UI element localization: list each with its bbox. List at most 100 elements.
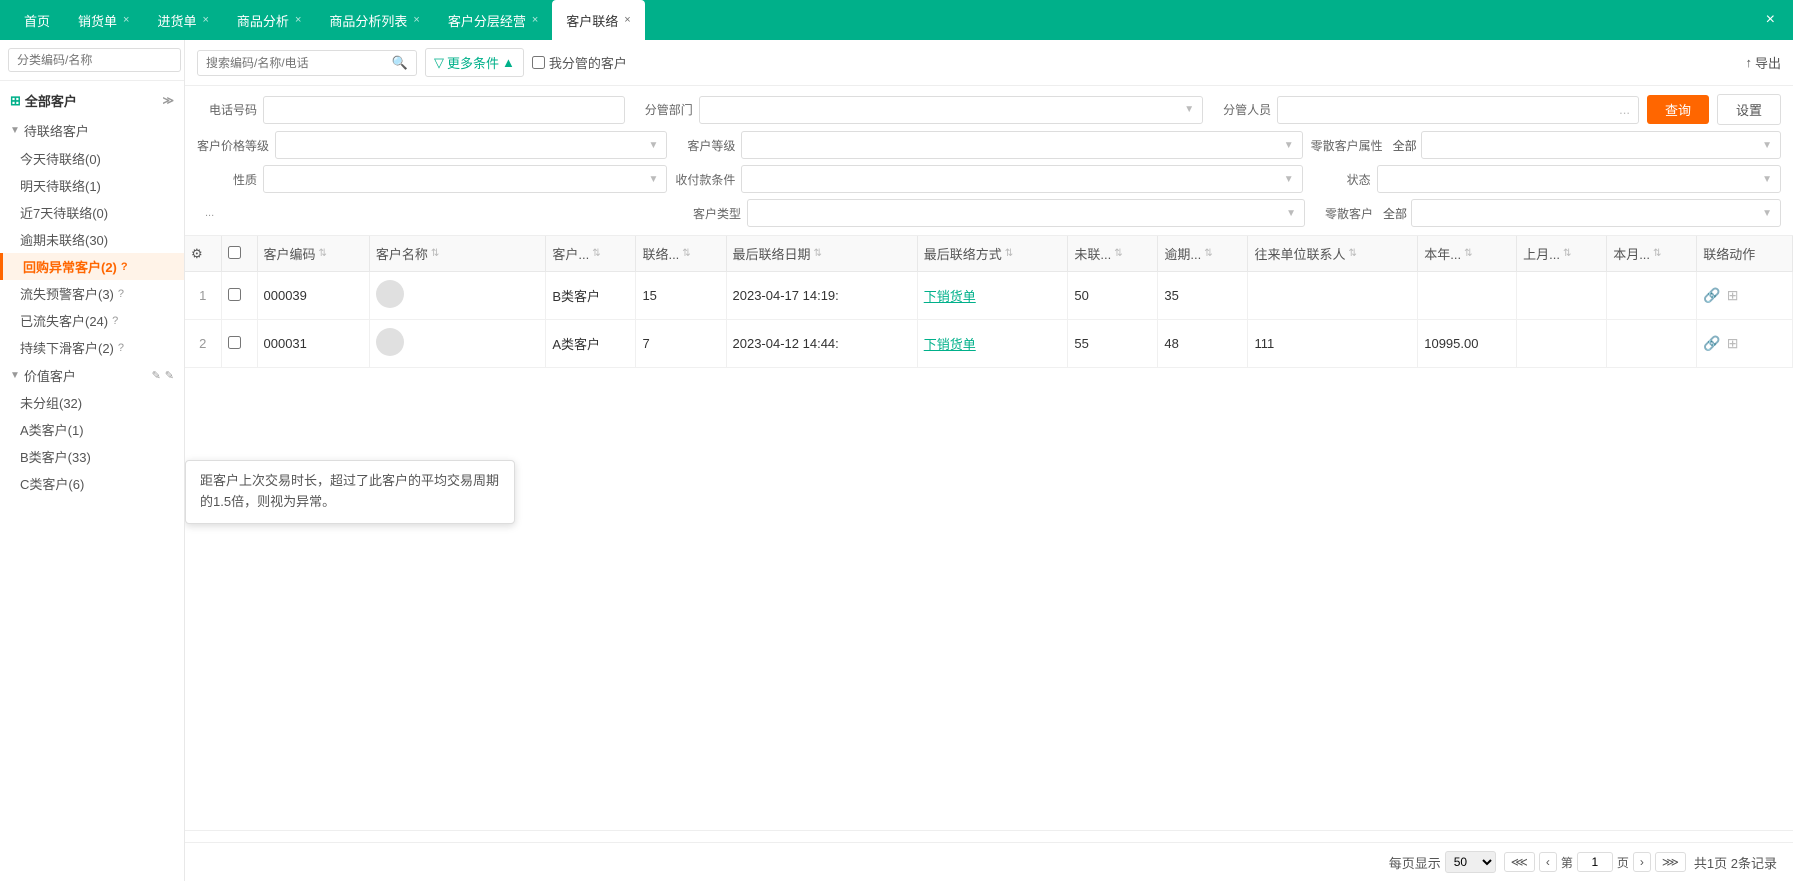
sort-code-icon[interactable]: ⇅ bbox=[319, 248, 327, 259]
last-method-link-2[interactable]: 下销货单 bbox=[924, 337, 976, 352]
row-this-month-1 bbox=[1607, 272, 1697, 320]
sidebar-item-b-class[interactable]: B类客户(33) bbox=[0, 443, 184, 470]
close-product-analysis-list-icon[interactable]: × bbox=[413, 14, 419, 26]
nature-select[interactable]: ▼ bbox=[263, 165, 667, 193]
customer-type-label: 客户类型 bbox=[681, 205, 741, 222]
advanced-filters: 电话号码 分管部门 ▼ 分管人员 ... 查询 设置 bbox=[185, 86, 1793, 236]
customer-level-select[interactable]: ▼ bbox=[741, 131, 1302, 159]
window-close-button[interactable]: × bbox=[1758, 7, 1783, 33]
sort-last-date-icon[interactable]: ⇅ bbox=[814, 248, 822, 259]
chevron-down-icon-6: ▼ bbox=[649, 174, 659, 185]
dept-select[interactable]: ▼ bbox=[699, 96, 1203, 124]
query-button[interactable]: 查询 bbox=[1647, 95, 1709, 124]
status-select[interactable]: ▼ bbox=[1377, 165, 1781, 193]
my-customers-checkbox-label[interactable]: 我分管的客户 bbox=[532, 53, 627, 72]
sort-contact-person-icon[interactable]: ⇅ bbox=[1349, 248, 1357, 259]
page-number-input[interactable] bbox=[1577, 852, 1613, 872]
sidebar-item-repurchase-anomaly[interactable]: 回购异常客户(2) ? bbox=[0, 253, 184, 280]
first-page-button[interactable]: ⋘ bbox=[1504, 852, 1535, 872]
sidebar-search-area: 🔍 bbox=[0, 40, 184, 81]
customer-type-select[interactable]: ▼ bbox=[747, 199, 1305, 227]
nav-sales-order[interactable]: 销货单 × bbox=[64, 0, 143, 40]
payment-select[interactable]: ▼ bbox=[741, 165, 1302, 193]
more-action-icon-2[interactable]: ⊞ bbox=[1727, 335, 1739, 352]
sidebar-pending-section[interactable]: ▼ 待联络客户 bbox=[0, 116, 184, 145]
more-filter-link[interactable]: ... bbox=[205, 207, 214, 219]
more-action-icon-1[interactable]: ⊞ bbox=[1727, 287, 1739, 304]
sort-type-icon[interactable]: ⇅ bbox=[592, 248, 600, 259]
my-customers-checkbox[interactable] bbox=[532, 56, 545, 69]
close-product-analysis-icon[interactable]: × bbox=[295, 14, 301, 26]
retail-attr-inline-label: 全部 bbox=[1393, 137, 1417, 154]
retail-customer-select[interactable]: ▼ bbox=[1411, 199, 1781, 227]
col-overdue-header: 逾期... ⇅ bbox=[1158, 236, 1248, 272]
sidebar-all-customers-header[interactable]: ⊞ 全部客户 ≫ bbox=[0, 85, 184, 116]
nav-purchase-order[interactable]: 进货单 × bbox=[143, 0, 222, 40]
sidebar-item-today-pending[interactable]: 今天待联络(0) bbox=[0, 145, 184, 172]
nav-product-analysis[interactable]: 商品分析 × bbox=[223, 0, 315, 40]
settings-icon[interactable]: ⚙ bbox=[191, 246, 203, 261]
sidebar-item-ungrouped[interactable]: 未分组(32) bbox=[0, 389, 184, 416]
next-page-button[interactable]: › bbox=[1633, 852, 1651, 872]
sidebar-item-churn-warning[interactable]: 流失预警客户(3) ? bbox=[0, 280, 184, 307]
chevron-down-icon-2: ▼ bbox=[10, 370, 20, 381]
sort-name-icon[interactable]: ⇅ bbox=[431, 248, 439, 259]
sidebar-item-c-class[interactable]: C类客户(6) bbox=[0, 470, 184, 497]
nav-home[interactable]: 首页 bbox=[10, 0, 64, 40]
customer-table: ⚙ 客户编码 ⇅ 客户名称 bbox=[185, 236, 1793, 368]
sort-last-month-icon[interactable]: ⇅ bbox=[1563, 248, 1571, 259]
sidebar-item-churned[interactable]: 已流失客户(24) ? bbox=[0, 307, 184, 334]
sidebar-item-declining[interactable]: 持续下滑客户(2) ? bbox=[0, 334, 184, 361]
row-num-2: 2 bbox=[185, 320, 221, 368]
contact-action-icon-1[interactable]: 🔗 bbox=[1703, 287, 1720, 304]
sidebar-value-group[interactable]: ▼ 价值客户 ✎ ✎ bbox=[0, 361, 184, 389]
close-customer-contact-icon[interactable]: × bbox=[624, 14, 630, 26]
ellipsis-icon: ... bbox=[1619, 102, 1630, 117]
sidebar-item-tomorrow-pending[interactable]: 明天待联络(1) bbox=[0, 172, 184, 199]
edit-icon[interactable]: ✎ bbox=[152, 369, 161, 382]
sort-contact-count-icon[interactable]: ⇅ bbox=[682, 248, 690, 259]
churned-help-icon[interactable]: ? bbox=[112, 315, 118, 327]
sort-this-year-icon[interactable]: ⇅ bbox=[1464, 248, 1472, 259]
declining-help-icon[interactable]: ? bbox=[118, 342, 124, 354]
payment-filter-field: 收付款条件 ▼ bbox=[675, 165, 1302, 193]
row-1-checkbox[interactable] bbox=[228, 288, 241, 301]
price-level-select[interactable]: ▼ bbox=[275, 131, 667, 159]
sidebar-item-overdue-pending[interactable]: 逾期未联络(30) bbox=[0, 226, 184, 253]
sidebar-collapse-icon[interactable]: ≫ bbox=[162, 94, 174, 107]
close-sales-order-icon[interactable]: × bbox=[123, 14, 129, 26]
sort-this-month-icon[interactable]: ⇅ bbox=[1653, 248, 1661, 259]
sort-last-method-icon[interactable]: ⇅ bbox=[1005, 248, 1013, 259]
export-button[interactable]: ↑ 导出 bbox=[1745, 53, 1781, 72]
row-2-checkbox[interactable] bbox=[228, 336, 241, 349]
payment-label: 收付款条件 bbox=[675, 171, 735, 188]
sidebar-item-a-class[interactable]: A类客户(1) bbox=[0, 416, 184, 443]
phone-input[interactable] bbox=[263, 96, 625, 124]
search-icon[interactable]: 🔍 bbox=[392, 55, 408, 71]
prev-page-button[interactable]: ‹ bbox=[1539, 852, 1557, 872]
select-all-checkbox[interactable] bbox=[228, 246, 241, 259]
retail-attr-select[interactable]: ▼ bbox=[1421, 131, 1781, 159]
anomaly-help-icon[interactable]: ? bbox=[121, 261, 128, 273]
sort-no-contact-icon[interactable]: ⇅ bbox=[1114, 248, 1122, 259]
per-page-select[interactable]: 50 20 100 bbox=[1445, 851, 1496, 873]
sidebar-search-input[interactable] bbox=[8, 48, 181, 72]
last-method-link-1[interactable]: 下销货单 bbox=[924, 289, 976, 304]
value-edit-icon2[interactable]: ✎ bbox=[165, 369, 174, 382]
nav-customer-tiering[interactable]: 客户分层经营 × bbox=[434, 0, 552, 40]
nav-customer-contact[interactable]: 客户联络 × bbox=[552, 0, 644, 40]
nav-product-analysis-list[interactable]: 商品分析列表 × bbox=[315, 0, 433, 40]
manager-input[interactable]: ... bbox=[1277, 96, 1639, 124]
set-button[interactable]: 设置 bbox=[1717, 94, 1781, 125]
contact-action-icon-2[interactable]: 🔗 bbox=[1703, 335, 1720, 352]
sort-overdue-icon[interactable]: ⇅ bbox=[1204, 248, 1212, 259]
sidebar-item-7day-pending[interactable]: 近7天待联络(0) bbox=[0, 199, 184, 226]
last-page-button[interactable]: ⋙ bbox=[1655, 852, 1686, 872]
horizontal-scrollbar[interactable] bbox=[185, 830, 1793, 842]
row-contact-count-1: 15 bbox=[636, 272, 726, 320]
more-conditions-button[interactable]: ▽ 更多条件 ▲ bbox=[425, 48, 524, 77]
churn-help-icon[interactable]: ? bbox=[118, 288, 124, 300]
close-purchase-order-icon[interactable]: × bbox=[202, 14, 208, 26]
close-customer-tiering-icon[interactable]: × bbox=[532, 14, 538, 26]
search-input[interactable] bbox=[206, 56, 388, 70]
